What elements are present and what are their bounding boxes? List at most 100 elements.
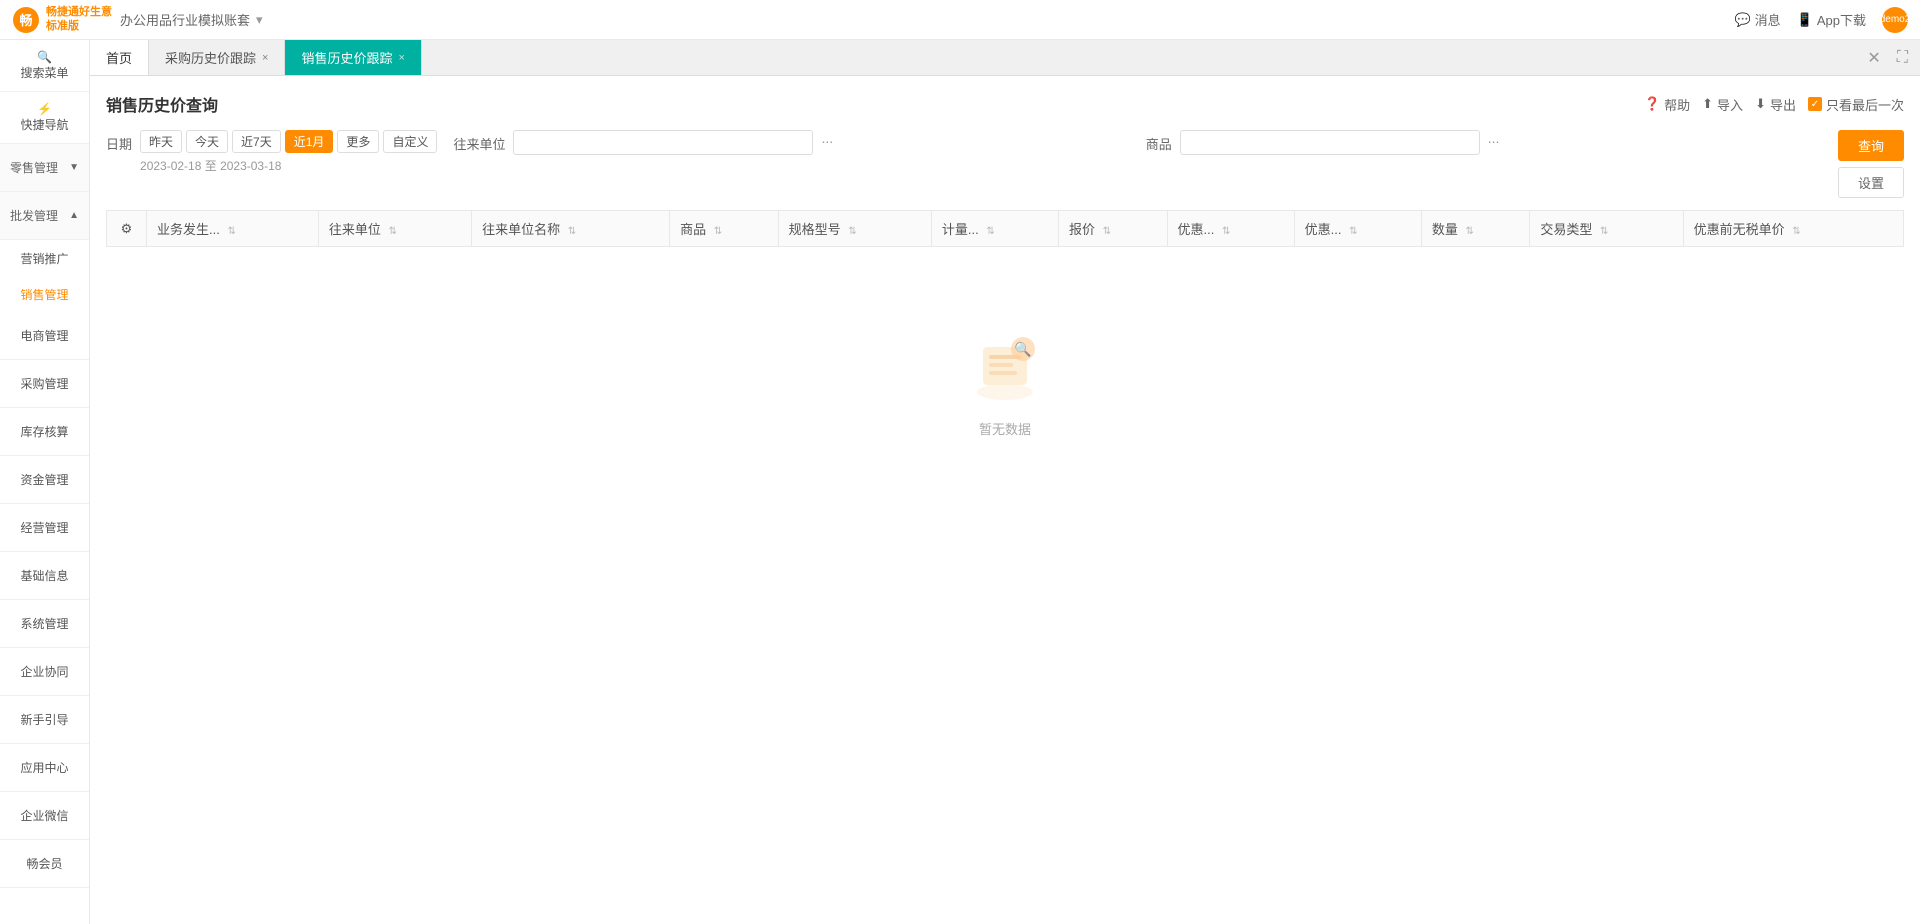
th-partner-name[interactable]: 往来单位名称 ⇅ [472,211,670,247]
sort-icon-trade-type: ⇅ [1600,226,1608,237]
date-buttons: 昨天 今天 近7天 近1月 更多 自定义 [140,130,437,153]
tab-home[interactable]: 首页 [90,40,149,75]
tab-actions: ✕ ⛶ [1863,46,1920,70]
partner-input[interactable] [513,130,813,155]
date-btn-more[interactable]: 更多 [337,130,379,153]
import-icon: ⬆ [1702,96,1713,112]
logo: 畅 畅捷通好生意 标准版 [12,6,112,34]
sidebar-item-inventory[interactable]: 库存核算 [0,408,89,456]
top-bar-right: 💬 消息 📱 App下载 demo2 [1734,7,1908,33]
sidebar-item-operation[interactable]: 经营管理 [0,504,89,552]
th-trade-type-label: 交易类型 [1540,222,1592,237]
sidebar-item-basicinfo[interactable]: 基础信息 [0,552,89,600]
checkbox-checked-icon: ✓ [1808,97,1822,111]
query-button[interactable]: 查询 [1838,130,1904,161]
logo-text: 畅捷通好生意 标准版 [46,6,112,32]
logo-icon: 畅 [12,6,40,34]
th-unit[interactable]: 计量... ⇅ [931,211,1058,247]
sidebar-item-collab[interactable]: 企业协同 [0,648,89,696]
filter-row: 日期 昨天 今天 近7天 近1月 更多 自定义 2023-02-18 至 202… [106,130,1904,198]
th-price-label: 报价 [1069,222,1095,237]
sort-icon-discount1: ⇅ [1222,226,1230,237]
th-discount1-label: 优惠... [1178,222,1215,237]
tab-close-purchase[interactable]: × [262,52,268,64]
sidebar-item-purchase[interactable]: 采购管理 [0,360,89,408]
th-pre-tax-price[interactable]: 优惠前无税单价 ⇅ [1683,211,1903,247]
date-btn-custom[interactable]: 自定义 [383,130,437,153]
tab-purchase-history[interactable]: 采购历史价跟踪 × [149,40,285,75]
page-content: 销售历史价查询 ❓ 帮助 ⬆ 导入 ⬇ 导出 [90,76,1920,924]
th-trade-type[interactable]: 交易类型 ⇅ [1530,211,1683,247]
th-discount1[interactable]: 优惠... ⇅ [1167,211,1294,247]
sort-icon-price: ⇅ [1103,226,1111,237]
sidebar-item-ecommerce[interactable]: 电商管理 [0,312,89,360]
sidebar-item-guide[interactable]: 新手引导 [0,696,89,744]
product-input[interactable] [1180,130,1480,155]
empty-state: 🔍 暂无数据 [106,247,1904,518]
th-gear[interactable]: ⚙ [107,211,147,247]
product-filter-group: 商品 ... [1146,130,1822,155]
sidebar-item-member[interactable]: 畅会员 [0,840,89,888]
filter-buttons: 查询 设置 [1838,130,1904,198]
only-last-checkbox[interactable]: ✓ 只看最后一次 [1808,95,1904,114]
user-profile[interactable]: demo2 [1882,7,1908,33]
sidebar-item-search[interactable]: 🔍 搜索菜单 [0,40,89,92]
sort-icon-partner-name: ⇅ [568,226,576,237]
tab-close-sales[interactable]: × [398,52,404,64]
search-icon: 🔍 [37,50,52,64]
close-tab-button[interactable]: ✕ [1863,46,1884,70]
th-product[interactable]: 商品 ⇅ [670,211,779,247]
th-unit-label: 计量... [942,222,979,237]
avatar: demo2 [1882,7,1908,33]
maximize-button[interactable]: ⛶ [1893,47,1912,69]
sort-icon-product: ⇅ [714,226,722,237]
tab-sales-history[interactable]: 销售历史价跟踪 × [285,40,421,75]
sidebar-item-wechat[interactable]: 企业微信 [0,792,89,840]
th-spec-label: 规格型号 [789,222,841,237]
th-spec[interactable]: 规格型号 ⇅ [778,211,931,247]
date-btn-yesterday[interactable]: 昨天 [140,130,182,153]
svg-text:畅: 畅 [19,13,32,28]
sidebar-item-system[interactable]: 系统管理 [0,600,89,648]
app-download-button[interactable]: 📱 App下载 [1797,10,1866,29]
sidebar-item-marketing[interactable]: 营销推广 [0,240,89,276]
th-price[interactable]: 报价 ⇅ [1059,211,1168,247]
help-link[interactable]: ❓ 帮助 [1644,95,1690,114]
th-biz-date-label: 业务发生... [157,222,220,237]
th-qty[interactable]: 数量 ⇅ [1421,211,1530,247]
date-range-text: 2023-02-18 至 2023-03-18 [140,157,437,174]
th-biz-date[interactable]: 业务发生... ⇅ [147,211,319,247]
date-btn-7days[interactable]: 近7天 [232,130,281,153]
sidebar-item-wholesale[interactable]: 批发管理 ▲ [0,192,89,240]
sidebar-item-apps[interactable]: 应用中心 [0,744,89,792]
import-link[interactable]: ⬆ 导入 [1702,95,1743,114]
tab-bar: 首页 采购历史价跟踪 × 销售历史价跟踪 × ✕ ⛶ [90,40,1920,76]
sidebar-item-quicknav[interactable]: ⚡ 快捷导航 [0,92,89,144]
page-title: 销售历史价查询 [106,92,218,116]
settings-button[interactable]: 设置 [1838,167,1904,198]
date-btn-1month[interactable]: 近1月 [285,130,334,153]
download-icon: 📱 [1797,12,1813,28]
sidebar-item-retail[interactable]: 零售管理 ▼ [0,144,89,192]
empty-icon: 🔍 [965,327,1045,407]
th-discount2[interactable]: 优惠... ⇅ [1294,211,1421,247]
message-button[interactable]: 💬 消息 [1734,10,1780,29]
sidebar-item-sales[interactable]: 销售管理 [0,276,89,312]
export-link[interactable]: ⬇ 导出 [1755,95,1796,114]
sort-icon-partner: ⇅ [389,226,397,237]
sidebar: 🔍 搜索菜单 ⚡ 快捷导航 零售管理 ▼ 批发管理 ▲ 营销推广 销售管理 电商… [0,40,90,924]
help-icon: ❓ [1644,96,1660,112]
svg-text:🔍: 🔍 [1014,340,1031,358]
sort-icon-discount2: ⇅ [1349,226,1357,237]
date-btn-today[interactable]: 今天 [186,130,228,153]
page-header: 销售历史价查询 ❓ 帮助 ⬆ 导入 ⬇ 导出 [106,92,1904,116]
date-options: 昨天 今天 近7天 近1月 更多 自定义 2023-02-18 至 2023-0… [140,130,437,174]
sidebar-item-finance[interactable]: 资金管理 [0,456,89,504]
dropdown-icon[interactable]: ▾ [256,12,263,28]
date-label: 日期 [106,130,132,153]
th-partner[interactable]: 往来单位 ⇅ [318,211,471,247]
top-bar: 畅 畅捷通好生意 标准版 办公用品行业模拟账套 ▾ 💬 消息 📱 App下载 d… [0,0,1920,40]
main-layout: 🔍 搜索菜单 ⚡ 快捷导航 零售管理 ▼ 批发管理 ▲ 营销推广 销售管理 电商… [0,40,1920,924]
th-pre-tax-price-label: 优惠前无税单价 [1694,222,1785,237]
sort-icon-spec: ⇅ [848,226,856,237]
